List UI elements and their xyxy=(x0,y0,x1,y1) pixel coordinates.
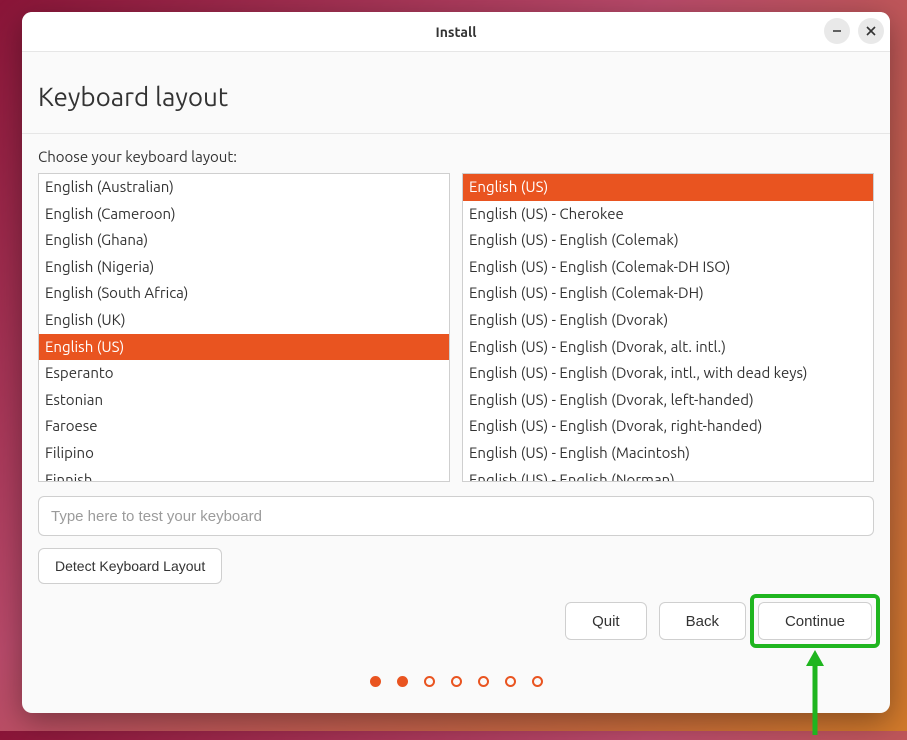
choose-label: Choose your keyboard layout: xyxy=(38,148,874,165)
window-controls xyxy=(824,18,884,44)
progress-dot xyxy=(451,676,462,687)
list-item[interactable]: English (South Africa) xyxy=(39,280,449,307)
list-item[interactable]: English (US) - English (Colemak-DH ISO) xyxy=(463,254,873,281)
progress-dots xyxy=(38,658,874,707)
list-item[interactable]: English (US) - Cherokee xyxy=(463,201,873,228)
list-item[interactable]: English (Cameroon) xyxy=(39,201,449,228)
list-item[interactable]: English (US) - English (Macintosh) xyxy=(463,440,873,467)
progress-dot xyxy=(478,676,489,687)
list-item[interactable]: English (Nigeria) xyxy=(39,254,449,281)
progress-dot xyxy=(532,676,543,687)
installer-window: Install Keyboard layout Choose your keyb… xyxy=(22,12,890,713)
list-item[interactable]: English (US) - English (Dvorak) xyxy=(463,307,873,334)
list-item[interactable]: English (US) - English (Dvorak, intl., w… xyxy=(463,360,873,387)
progress-dot xyxy=(424,676,435,687)
layout-lists: English (Australian)English (Cameroon)En… xyxy=(38,173,874,482)
list-item[interactable]: English (US) xyxy=(39,334,449,361)
list-item[interactable]: English (US) - English (Dvorak, left-han… xyxy=(463,387,873,414)
back-button[interactable]: Back xyxy=(659,602,746,640)
list-item[interactable]: English (US) - English (Norman) xyxy=(463,467,873,482)
detect-layout-button[interactable]: Detect Keyboard Layout xyxy=(38,548,222,584)
progress-dot xyxy=(505,676,516,687)
page-title: Keyboard layout xyxy=(38,82,874,111)
variant-listbox[interactable]: English (US)English (US) - CherokeeEngli… xyxy=(462,173,874,482)
titlebar: Install xyxy=(22,12,890,52)
progress-dot xyxy=(397,676,408,687)
list-item[interactable]: English (US) - English (Dvorak, alt. int… xyxy=(463,334,873,361)
list-item[interactable]: English (UK) xyxy=(39,307,449,334)
list-item[interactable]: Filipino xyxy=(39,440,449,467)
list-item[interactable]: English (Ghana) xyxy=(39,227,449,254)
nav-buttons: Quit Back Continue xyxy=(38,602,874,640)
continue-button[interactable]: Continue xyxy=(758,602,872,640)
list-item[interactable]: English (US) xyxy=(463,174,873,201)
minimize-button[interactable] xyxy=(824,18,850,44)
keyboard-test-input[interactable] xyxy=(38,496,874,536)
list-item[interactable]: English (US) - English (Colemak-DH) xyxy=(463,280,873,307)
window-title: Install xyxy=(22,24,890,40)
list-item[interactable]: English (US) - English (Dvorak, right-ha… xyxy=(463,413,873,440)
list-item[interactable]: English (US) - English (Colemak) xyxy=(463,227,873,254)
list-item[interactable]: English (Australian) xyxy=(39,174,449,201)
quit-button[interactable]: Quit xyxy=(565,602,647,640)
list-item[interactable]: Faroese xyxy=(39,413,449,440)
progress-dot xyxy=(370,676,381,687)
language-listbox[interactable]: English (Australian)English (Cameroon)En… xyxy=(38,173,450,482)
close-button[interactable] xyxy=(858,18,884,44)
divider xyxy=(22,133,890,134)
content-area: Keyboard layout Choose your keyboard lay… xyxy=(22,52,890,713)
list-item[interactable]: Finnish xyxy=(39,467,449,482)
list-item[interactable]: Esperanto xyxy=(39,360,449,387)
list-item[interactable]: Estonian xyxy=(39,387,449,414)
